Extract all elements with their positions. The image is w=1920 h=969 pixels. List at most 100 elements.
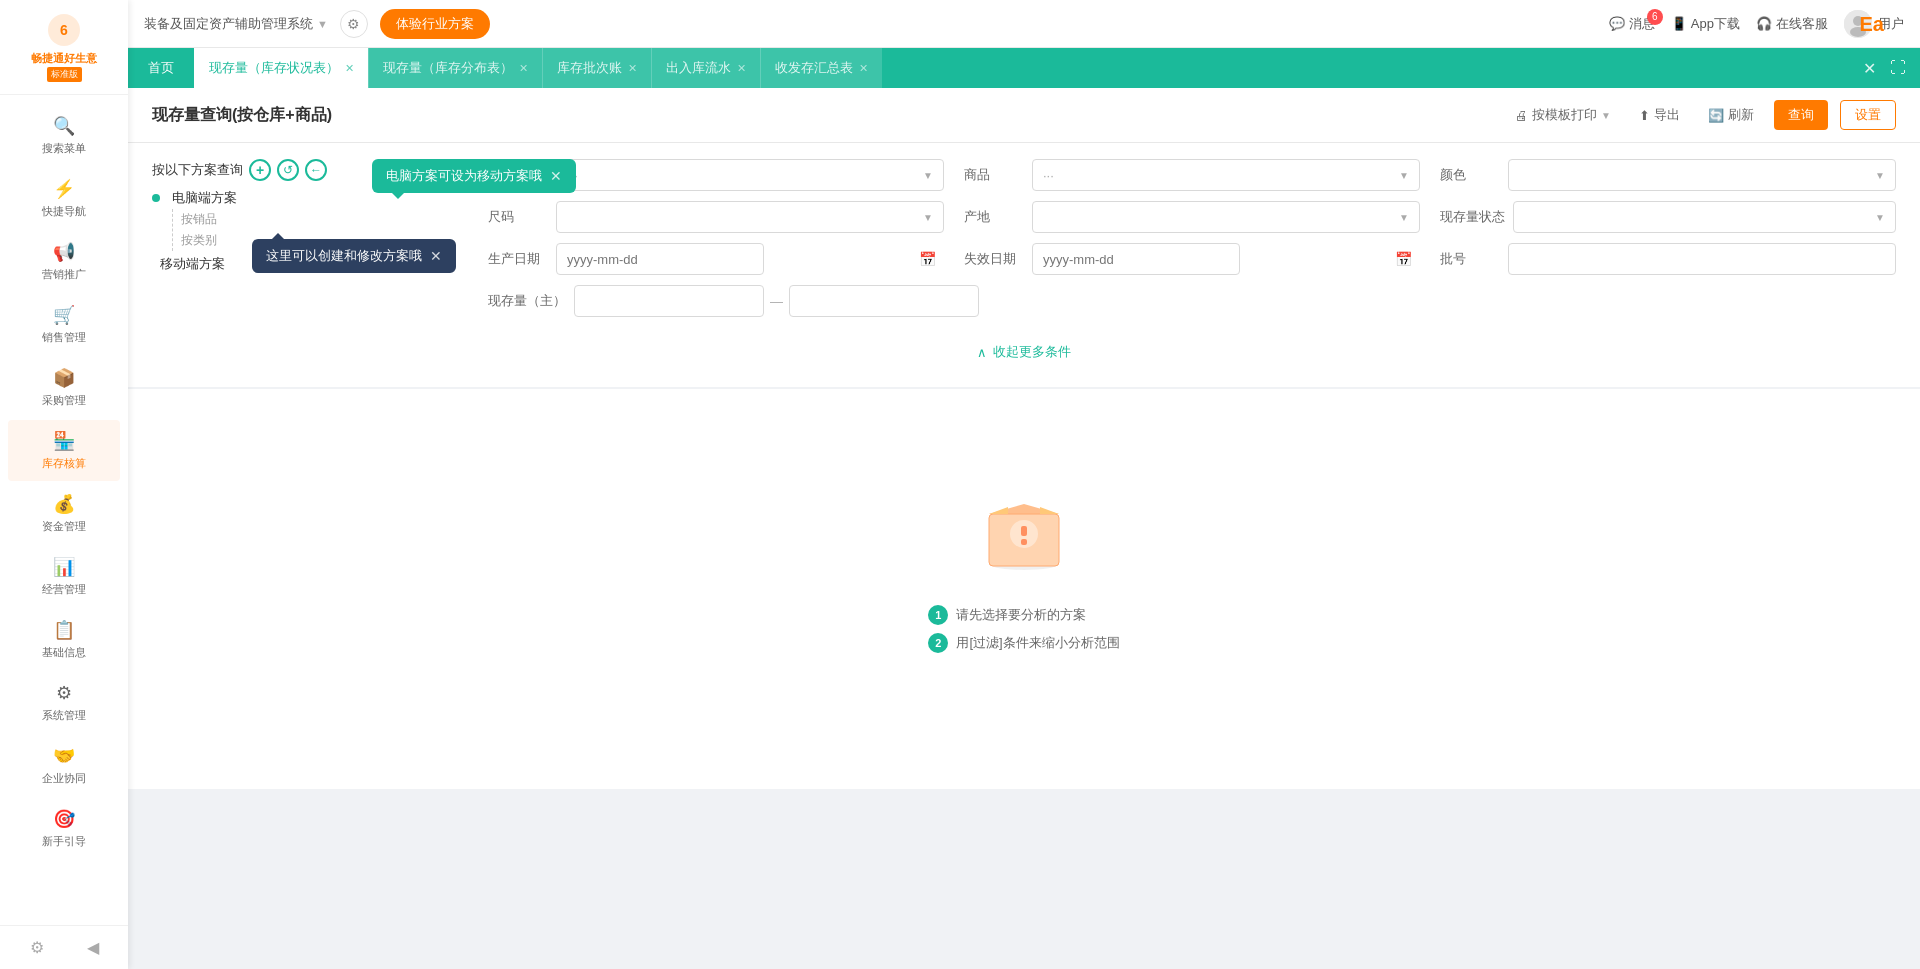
sidebar-item-marketing[interactable]: 📢 营销推广 xyxy=(8,231,120,292)
header-right: 💬 6 消息 📱 App下载 🎧 在线客服 用户 Ea xyxy=(1609,10,1904,38)
batch-input[interactable] xyxy=(1508,243,1896,275)
page-actions: 🖨 按模板打印 ▼ ⬆ 导出 🔄 刷新 查询 设置 xyxy=(1507,100,1896,130)
sidebar-item-sales[interactable]: 🛒 销售管理 xyxy=(8,294,120,355)
collapse-filter-btn[interactable]: ∧ 收起更多条件 xyxy=(152,333,1896,371)
tab-in-out-flow[interactable]: 出入库流水 ✕ xyxy=(651,48,760,88)
schema-item-by-product[interactable]: 按销品 xyxy=(181,209,332,230)
tab-close-batch-account[interactable]: ✕ xyxy=(628,62,637,75)
support-icon: 🎧 xyxy=(1756,16,1772,31)
goods-select[interactable]: ··· ▼ xyxy=(1032,159,1420,191)
pc-schema-group[interactable]: 电脑端方案 xyxy=(160,189,332,207)
collapse-sidebar-btn[interactable]: ◀ xyxy=(87,938,99,957)
sidebar-bottom: ⚙ ◀ xyxy=(0,925,128,969)
stock-status-filter: 现存量状态 ▼ xyxy=(1440,201,1896,233)
system-title[interactable]: 装备及固定资产辅助管理系统 ▼ xyxy=(144,15,328,33)
sidebar-item-guide[interactable]: 🎯 新手引导 xyxy=(8,798,120,859)
tab-inventory-status[interactable]: 现存量（库存状况表） ✕ xyxy=(194,48,368,88)
message-icon: 💬 xyxy=(1609,16,1625,31)
warehouse-select[interactable]: ··· ▼ xyxy=(556,159,944,191)
filter-add-btn[interactable]: + xyxy=(249,159,271,181)
origin-label: 产地 xyxy=(964,208,1024,226)
support-label: 在线客服 xyxy=(1776,15,1828,33)
sidebar-item-inventory[interactable]: 🏪 库存核算 xyxy=(8,420,120,481)
tooltip-close-dark[interactable]: ✕ xyxy=(430,248,442,264)
sidebar-item-label: 企业协同 xyxy=(42,771,86,786)
page-title: 现存量查询(按仓库+商品) xyxy=(152,105,332,126)
filter-refresh-btn[interactable]: ↺ xyxy=(277,159,299,181)
app-download-action[interactable]: 📱 App下载 xyxy=(1671,15,1740,33)
tab-receive-send[interactable]: 收发存汇总表 ✕ xyxy=(760,48,882,88)
tab-home[interactable]: 首页 xyxy=(128,48,194,88)
header-left: 装备及固定资产辅助管理系统 ▼ ⚙ 体验行业方案 xyxy=(144,9,490,39)
message-badge: 6 xyxy=(1647,9,1663,25)
empty-text: 1 请先选择要分析的方案 2 用[过滤]条件来缩小分析范围 xyxy=(928,605,1119,653)
expire-calendar-icon[interactable]: 📅 xyxy=(1395,251,1412,267)
sidebar-item-purchase[interactable]: 📦 采购管理 xyxy=(8,357,120,418)
message-action[interactable]: 💬 6 消息 xyxy=(1609,15,1655,33)
tooltip-close-green[interactable]: ✕ xyxy=(550,168,562,184)
sidebar-item-quick[interactable]: ⚡ 快捷导航 xyxy=(8,168,120,229)
batch-filter: 批号 xyxy=(1440,243,1896,275)
support-action[interactable]: 🎧 在线客服 xyxy=(1756,15,1828,33)
color-select[interactable]: ▼ xyxy=(1508,159,1896,191)
collapse-icon: ∧ xyxy=(977,345,987,360)
tab-close-inventory-dist[interactable]: ✕ xyxy=(519,62,528,75)
tab-inventory-dist[interactable]: 现存量（库存分布表） ✕ xyxy=(368,48,542,88)
filter-arrow-btn[interactable]: ← xyxy=(305,159,327,181)
tab-close-all-btn[interactable]: ✕ xyxy=(1857,55,1882,82)
export-btn[interactable]: ⬆ 导出 xyxy=(1631,102,1688,128)
svg-rect-9 xyxy=(1021,526,1027,536)
settings-bottom-btn[interactable]: ⚙ xyxy=(30,938,44,957)
size-select[interactable]: ▼ xyxy=(556,201,944,233)
sidebar-item-basic[interactable]: 📋 基础信息 xyxy=(8,609,120,670)
sidebar-item-collab[interactable]: 🤝 企业协同 xyxy=(8,735,120,796)
inventory-icon: 🏪 xyxy=(53,430,75,452)
goods-label: 商品 xyxy=(964,166,1024,184)
print-btn[interactable]: 🖨 按模板打印 ▼ xyxy=(1507,102,1619,128)
sidebar-item-label: 销售管理 xyxy=(42,330,86,345)
stock-status-arrow: ▼ xyxy=(1875,212,1885,223)
tab-close-in-out-flow[interactable]: ✕ xyxy=(737,62,746,75)
sidebar-item-search[interactable]: 🔍 搜索菜单 xyxy=(8,105,120,166)
refresh-btn[interactable]: 🔄 刷新 xyxy=(1700,102,1762,128)
experience-btn[interactable]: 体验行业方案 xyxy=(380,9,490,39)
sidebar: 6 畅捷通好生意 标准版 🔍 搜索菜单 ⚡ 快捷导航 📢 营销推广 🛒 销售管理… xyxy=(0,0,128,969)
page-header: 现存量查询(按仓库+商品) 🖨 按模板打印 ▼ ⬆ 导出 🔄 刷新 查询 设置 xyxy=(128,88,1920,143)
expire-date-from[interactable] xyxy=(1032,243,1240,275)
marketing-icon: 📢 xyxy=(53,241,75,263)
tab-actions: ✕ ⛶ xyxy=(1849,48,1920,88)
basic-icon: 📋 xyxy=(53,619,75,641)
stock-main-to[interactable] xyxy=(789,285,979,317)
search-icon: 🔍 xyxy=(53,115,75,137)
sidebar-item-label: 新手引导 xyxy=(42,834,86,849)
tab-maximize-btn[interactable]: ⛶ xyxy=(1884,55,1912,81)
collab-icon: 🤝 xyxy=(53,745,75,767)
goods-dots: ··· xyxy=(1043,168,1054,183)
top-header: 装备及固定资产辅助管理系统 ▼ ⚙ 体验行业方案 💬 6 消息 📱 App下载 … xyxy=(128,0,1920,48)
refresh-label: 刷新 xyxy=(1728,106,1754,124)
sidebar-item-operation[interactable]: 📊 经营管理 xyxy=(8,546,120,607)
stock-main-from[interactable] xyxy=(574,285,764,317)
settings-btn[interactable]: 设置 xyxy=(1840,100,1896,130)
tab-close-receive-send[interactable]: ✕ xyxy=(859,62,868,75)
search-btn[interactable]: 查询 xyxy=(1774,100,1828,130)
prod-date-from[interactable] xyxy=(556,243,764,275)
system-settings-btn[interactable]: ⚙ xyxy=(340,10,368,38)
tab-batch-account[interactable]: 库存批次账 ✕ xyxy=(542,48,651,88)
stock-status-select[interactable]: ▼ xyxy=(1513,201,1896,233)
sidebar-item-finance[interactable]: 💰 资金管理 xyxy=(8,483,120,544)
sidebar-item-system[interactable]: ⚙ 系统管理 xyxy=(8,672,120,733)
logo-badge: 标准版 xyxy=(47,67,82,82)
finance-icon: 💰 xyxy=(53,493,75,515)
calendar-icon[interactable]: 📅 xyxy=(919,251,936,267)
empty-step-1: 1 请先选择要分析的方案 xyxy=(928,605,1119,625)
color-arrow: ▼ xyxy=(1875,170,1885,181)
refresh-icon: 🔄 xyxy=(1708,108,1724,123)
tab-close-inventory-status[interactable]: ✕ xyxy=(345,62,354,75)
content-area: 1 请先选择要分析的方案 2 用[过滤]条件来缩小分析范围 xyxy=(128,389,1920,789)
guide-icon: 🎯 xyxy=(53,808,75,830)
goods-filter: 商品 ··· ▼ xyxy=(964,159,1420,191)
svg-rect-10 xyxy=(1021,539,1027,545)
system-title-text: 装备及固定资产辅助管理系统 xyxy=(144,15,313,33)
origin-select[interactable]: ▼ xyxy=(1032,201,1420,233)
